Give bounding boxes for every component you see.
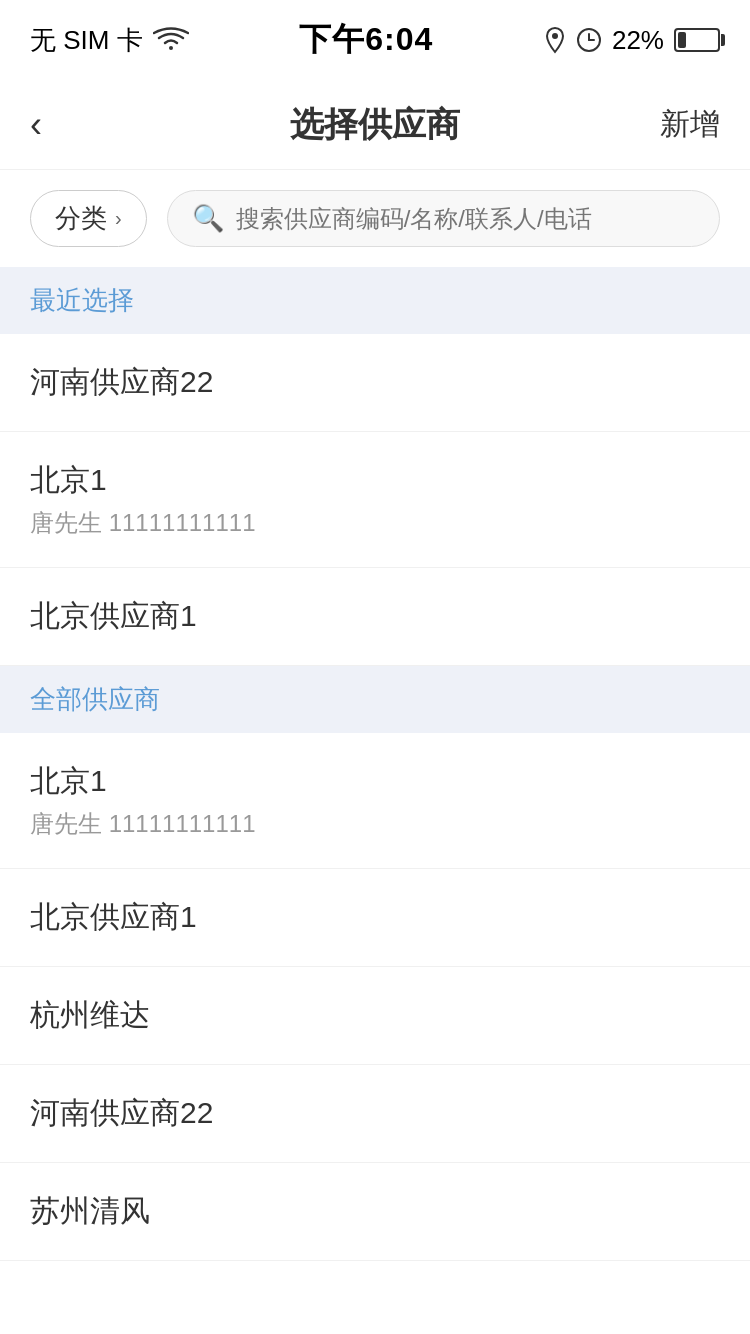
battery-indicator xyxy=(674,28,720,52)
clock-icon xyxy=(576,26,602,54)
all-list: 北京1 唐先生 11111111111 北京供应商1 杭州维达 河南供应商22 苏… xyxy=(0,733,750,1261)
carrier-text: 无 SIM 卡 xyxy=(30,23,143,58)
status-right: 22% xyxy=(544,25,720,56)
battery-percent: 22% xyxy=(612,25,664,56)
list-item[interactable]: 杭州维达 xyxy=(0,967,750,1065)
item-sub: 唐先生 11111111111 xyxy=(30,507,720,539)
search-box[interactable]: 🔍 xyxy=(167,190,720,247)
all-section-header: 全部供应商 xyxy=(0,666,750,733)
category-label: 分类 xyxy=(55,201,107,236)
nav-bar: ‹ 选择供应商 新增 xyxy=(0,80,750,170)
chevron-right-icon: › xyxy=(115,207,122,230)
list-item[interactable]: 河南供应商22 xyxy=(0,1065,750,1163)
add-button[interactable]: 新增 xyxy=(660,104,720,145)
search-input[interactable] xyxy=(236,205,695,233)
list-item[interactable]: 北京1 唐先生 11111111111 xyxy=(0,733,750,869)
list-item[interactable]: 北京供应商1 xyxy=(0,568,750,666)
wifi-icon xyxy=(153,26,189,54)
item-name: 北京供应商1 xyxy=(30,596,720,637)
page-title: 选择供应商 xyxy=(290,102,460,148)
svg-point-0 xyxy=(552,33,558,39)
list-item[interactable]: 北京供应商1 xyxy=(0,869,750,967)
item-name: 北京1 xyxy=(30,460,720,501)
status-time: 下午6:04 xyxy=(299,18,433,62)
category-button[interactable]: 分类 › xyxy=(30,190,147,247)
item-name: 苏州清风 xyxy=(30,1191,720,1232)
filter-bar: 分类 › 🔍 xyxy=(0,170,750,267)
recent-list: 河南供应商22 北京1 唐先生 11111111111 北京供应商1 xyxy=(0,334,750,666)
item-name: 杭州维达 xyxy=(30,995,720,1036)
item-name: 河南供应商22 xyxy=(30,1093,720,1134)
item-name: 河南供应商22 xyxy=(30,362,720,403)
list-item[interactable]: 河南供应商22 xyxy=(0,334,750,432)
status-carrier: 无 SIM 卡 xyxy=(30,23,189,58)
list-item[interactable]: 苏州清风 xyxy=(0,1163,750,1261)
item-sub: 唐先生 11111111111 xyxy=(30,808,720,840)
location-icon xyxy=(544,26,566,54)
recent-section-header: 最近选择 xyxy=(0,267,750,334)
search-icon: 🔍 xyxy=(192,203,224,234)
status-bar: 无 SIM 卡 下午6:04 22% xyxy=(0,0,750,80)
back-button[interactable]: ‹ xyxy=(30,104,90,146)
item-name: 北京供应商1 xyxy=(30,897,720,938)
list-item[interactable]: 北京1 唐先生 11111111111 xyxy=(0,432,750,568)
item-name: 北京1 xyxy=(30,761,720,802)
